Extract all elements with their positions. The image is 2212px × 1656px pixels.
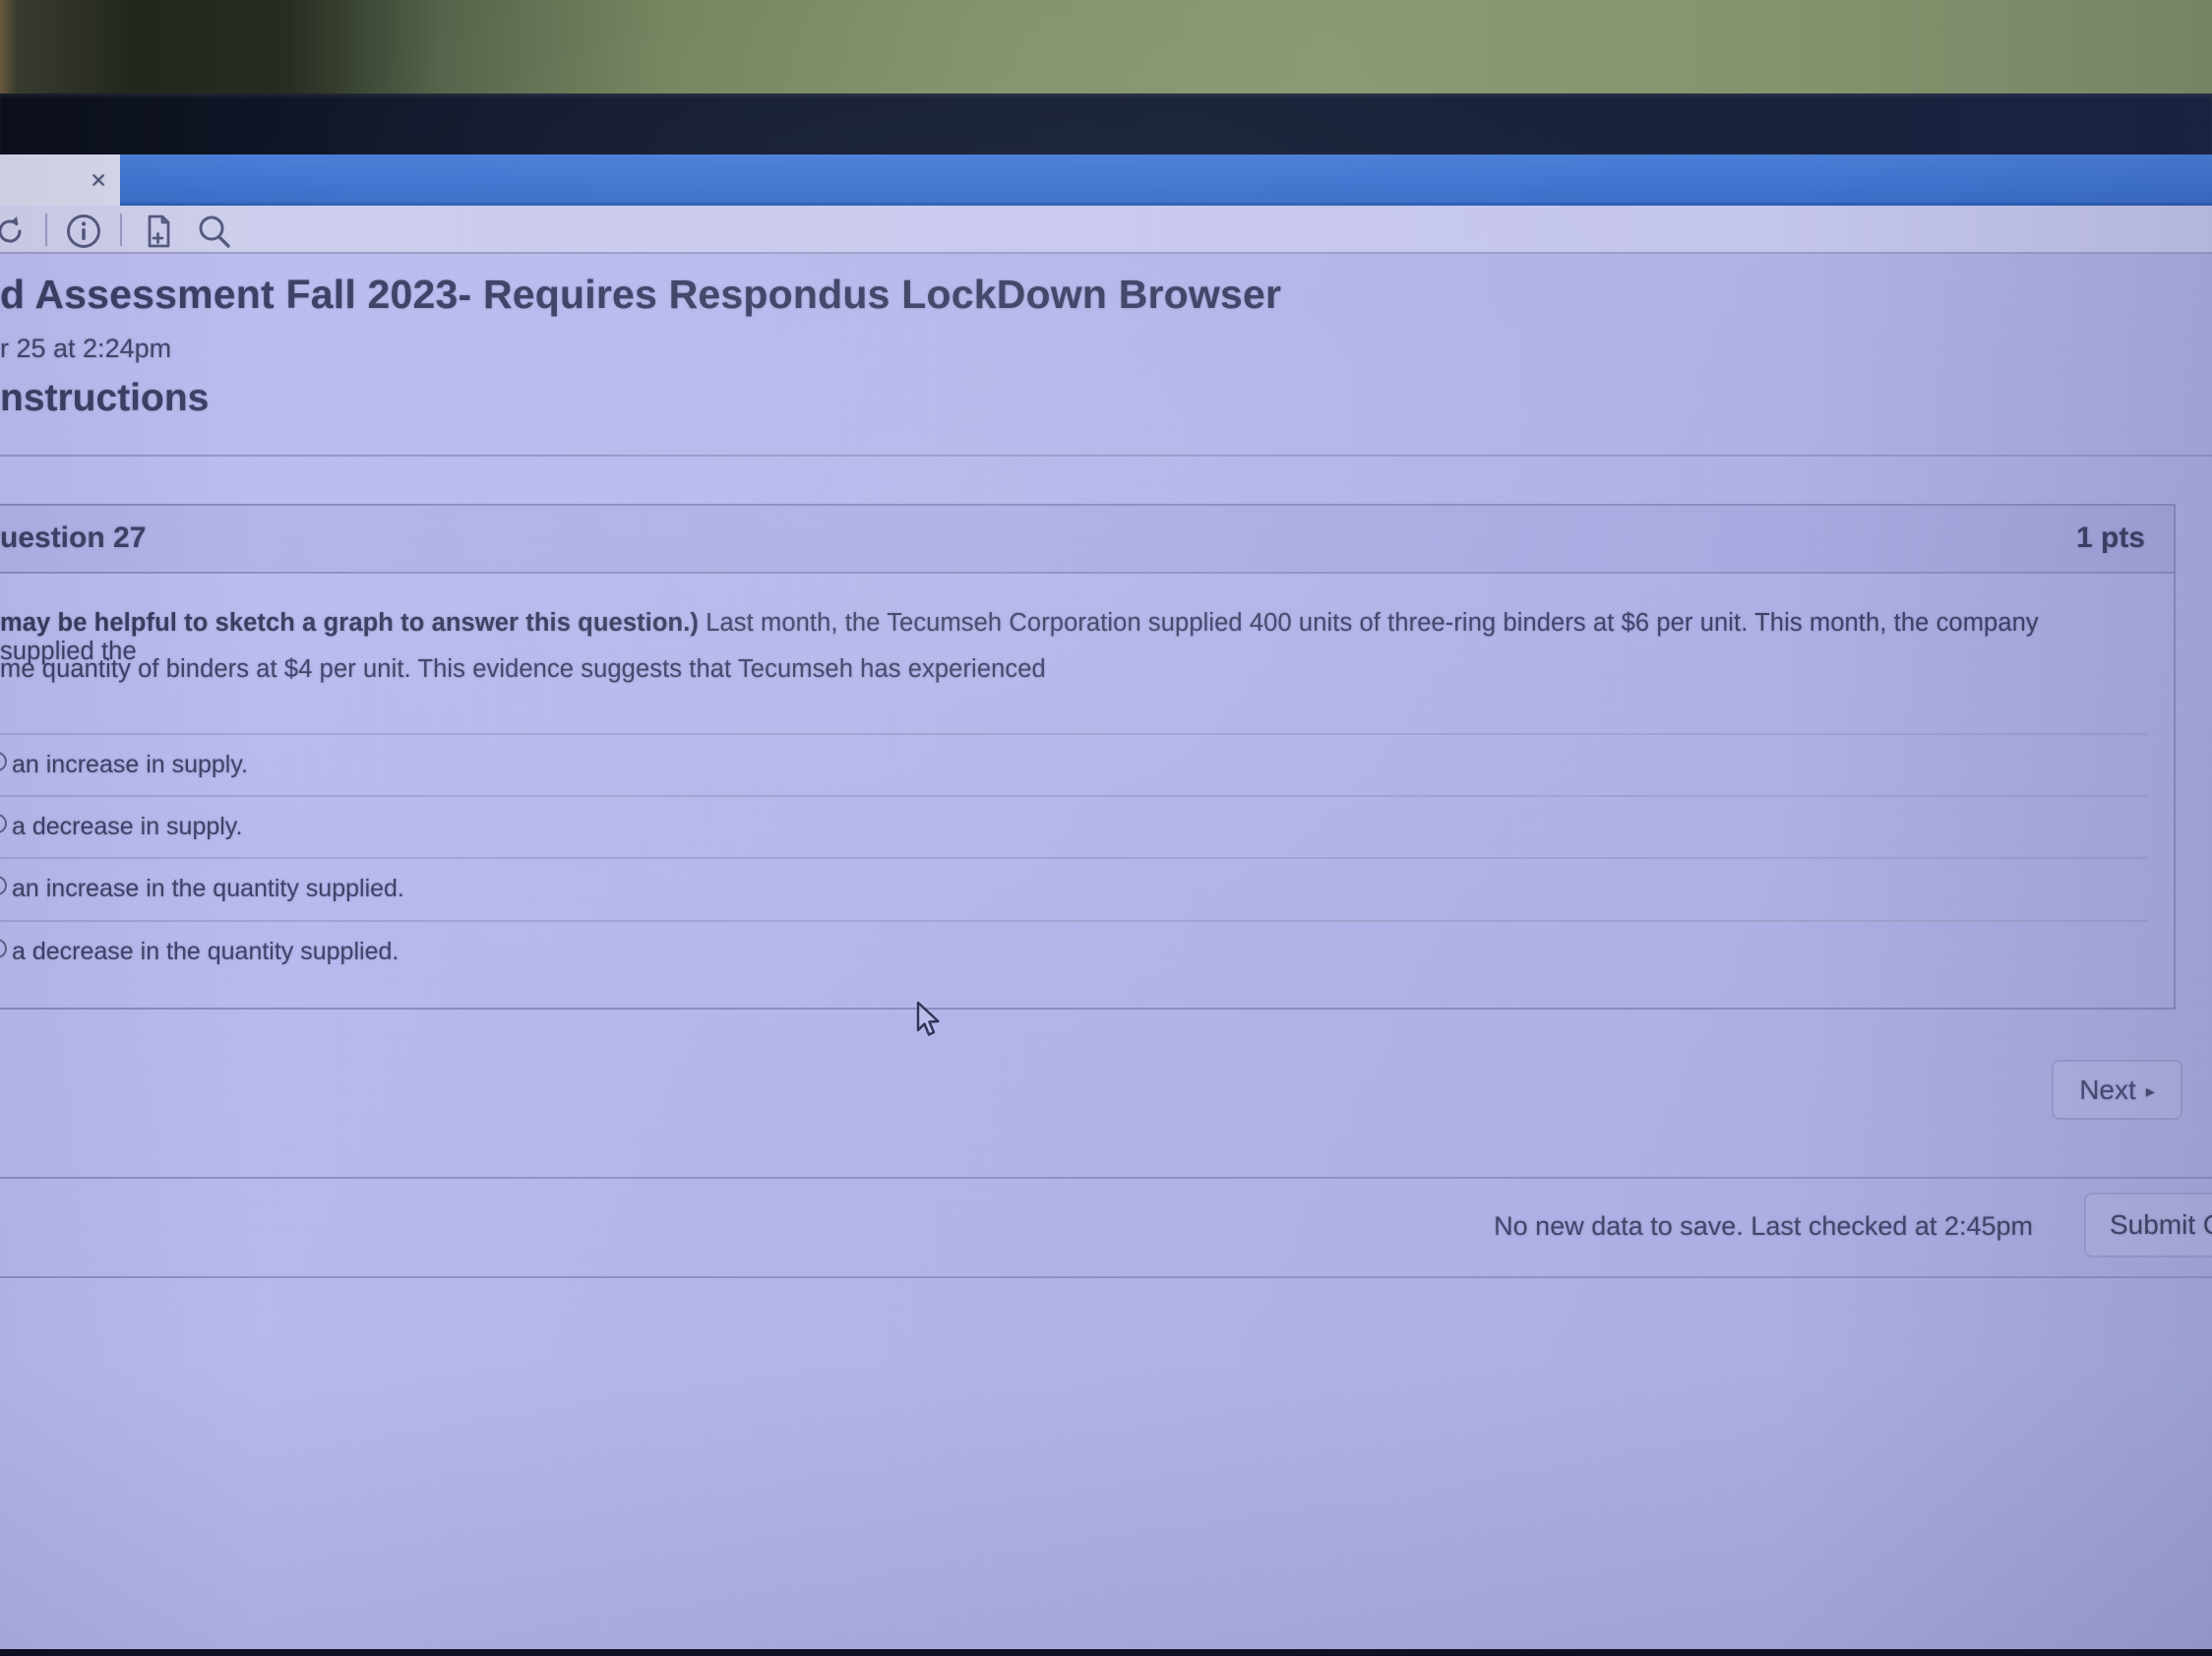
autosave-status: No new data to save. Last checked at 2:4… [1494,1211,2033,1241]
next-button-label: Next [2079,1073,2136,1105]
answer-option-4[interactable]: a decrease in the quantity supplied. [0,922,2145,983]
footer-divider [0,1276,2212,1278]
quiz-timestamp: r 25 at 2:24pm [0,334,172,363]
instructions-heading: nstructions [0,377,210,419]
next-arrow-icon: ▸ [2145,1080,2155,1101]
browser-tabstrip: × [0,154,2212,206]
radio-button[interactable] [0,814,7,833]
photo-of-screen: × d Assessment Fall 2023- Requires Respo… [0,0,2212,1656]
toolbar-separator [45,214,47,246]
new-document-icon[interactable] [140,213,177,250]
answer-option-2[interactable]: a decrease in supply. [0,797,2145,858]
background-wall [0,0,2212,93]
browser-tab[interactable]: × [0,154,120,206]
question-text-bold: may be helpful to sketch a graph to answ… [0,609,700,637]
browser-toolbar [0,206,2212,254]
radio-button[interactable] [0,876,7,895]
answer-option-label: a decrease in the quantity supplied. [12,938,399,965]
answer-option-1[interactable]: an increase in supply. [0,735,2145,796]
next-button[interactable]: Next ▸ [2052,1060,2182,1120]
submit-quiz-label: Submit Quiz [2110,1209,2212,1240]
monitor-bezel-top [0,93,2212,154]
page-title: d Assessment Fall 2023- Requires Respond… [0,272,1282,317]
answer-option-label: an increase in the quantity supplied. [12,875,404,902]
radio-button[interactable] [0,939,7,958]
question-text-line2: me quantity of binders at $4 per unit. T… [0,655,1046,683]
search-icon[interactable] [195,213,234,252]
tab-close-icon[interactable]: × [91,166,106,194]
refresh-icon[interactable] [0,213,29,250]
question-points: 1 pts [2075,521,2145,554]
monitor-bezel-bottom [0,1649,2212,1656]
answer-option-3[interactable]: an increase in the quantity supplied. [0,859,2145,920]
question-title: uestion 27 [0,521,147,554]
answer-option-label: an increase in supply. [12,751,248,778]
info-icon[interactable] [65,213,102,250]
radio-button[interactable] [0,752,7,771]
answer-option-label: a decrease in supply. [12,813,243,840]
footer-divider [0,1177,2212,1179]
toolbar-separator [120,214,122,246]
submit-quiz-button[interactable]: Submit Quiz [2084,1193,2212,1257]
question-header-row [0,506,2174,574]
section-divider [0,455,2212,457]
